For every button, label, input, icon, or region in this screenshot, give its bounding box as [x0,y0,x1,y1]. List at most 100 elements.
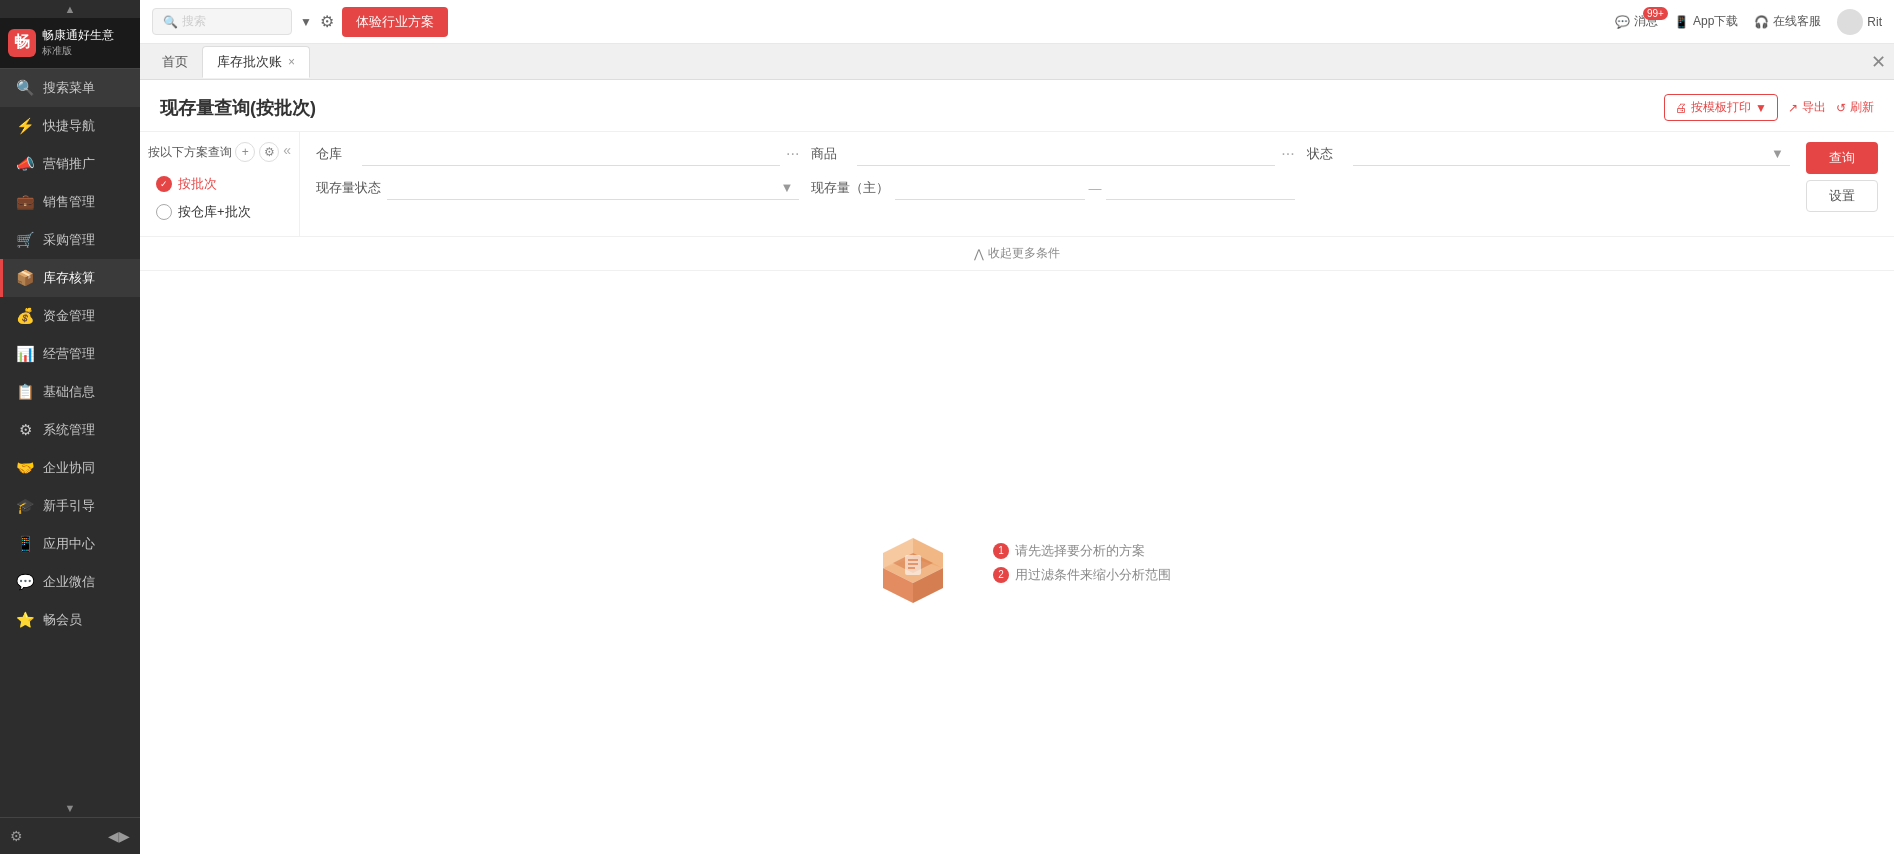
scheme-item-warehouse-batch[interactable]: 按仓库+批次 [148,198,291,226]
sidebar-item-app-center[interactable]: 📱 应用中心 [0,525,140,563]
online-service-btn[interactable]: 🎧 在线客服 [1754,13,1821,30]
sidebar-item-sales[interactable]: 💼 销售管理 [0,183,140,221]
scheme-item-batch[interactable]: ✓ 按批次 [148,170,291,198]
sidebar-item-label: 经营管理 [43,345,95,363]
scheme-panel-title: 按以下方案查询 [148,144,232,161]
sidebar-item-label: 基础信息 [43,383,95,401]
tabs-right: ✕ [1871,51,1886,73]
scheme-panel-header: 按以下方案查询 + ⚙ « [148,142,291,162]
tabs-bar: 首页 库存批次账 × ✕ [140,44,1894,80]
empty-step-1: 1 请先选择要分析的方案 [993,542,1171,560]
warehouse-input[interactable] [362,142,780,166]
sidebar-scroll-down[interactable]: ▼ [0,799,140,817]
search-icon: 🔍 [15,79,35,97]
empty-step-2: 2 用过滤条件来缩小分析范围 [993,566,1171,584]
product-input[interactable] [857,142,1275,166]
sidebar-footer: ⚙ ◀▶ [0,817,140,854]
scheme-panel: 按以下方案查询 + ⚙ « ✓ 按批次 [140,132,300,236]
settings-footer-btn[interactable]: ⚙ [10,828,23,844]
filter-action-col: 查询 设置 [1806,132,1894,236]
tab-home-label: 首页 [162,53,188,71]
refresh-btn[interactable]: ↺ 刷新 [1836,99,1874,116]
sidebar-item-operation[interactable]: 📊 经营管理 [0,335,140,373]
sidebar-search[interactable]: 🔍 搜索菜单 [0,69,140,107]
topbar-gear-icon[interactable]: ⚙ [320,12,334,31]
stock-status-field: 现存量状态 ▼ [316,176,799,200]
sidebar-item-basic-info[interactable]: 📋 基础信息 [0,373,140,411]
online-service-label: 在线客服 [1773,13,1821,30]
topbar-search-box[interactable]: 🔍 搜索 [152,8,292,35]
sidebar-item-collab[interactable]: 🤝 企业协同 [0,449,140,487]
app-logo: 畅 [8,29,36,57]
scheme-settings-btn[interactable]: ⚙ [259,142,279,162]
messages-btn[interactable]: 💬 消息 99+ [1615,13,1658,30]
user-avatar-btn[interactable]: Rit [1837,9,1882,35]
filter-row-2: 现存量状态 ▼ 现存量（主） — [316,176,1790,200]
chevron-down-icon: ▼ [1771,146,1784,161]
purchase-icon: 🛒 [15,231,35,249]
tab-close-btn[interactable]: × [288,55,295,69]
search-placeholder: 搜索 [182,13,206,30]
sidebar-item-label: 畅会员 [43,611,82,629]
stock-qty-min-input[interactable] [895,176,1084,200]
tab-home[interactable]: 首页 [148,47,202,77]
sales-icon: 💼 [15,193,35,211]
print-btn[interactable]: 🖨 按模板打印 ▼ [1664,94,1778,121]
stock-status-label: 现存量状态 [316,179,381,197]
page-header: 现存量查询(按批次) 🖨 按模板打印 ▼ ↗ 导出 ↺ 刷新 [140,80,1894,132]
tab-inventory-batch-label: 库存批次账 [217,53,282,71]
sidebar-item-label: 营销推广 [43,155,95,173]
basic-info-icon: 📋 [15,383,35,401]
add-scheme-btn[interactable]: + [235,142,255,162]
topbar-dropdown-icon[interactable]: ▼ [300,15,312,29]
empty-step1-label: 请先选择要分析的方案 [1015,542,1145,560]
collapse-conditions-btn[interactable]: ⋀ 收起更多条件 [140,237,1894,271]
step2-num: 2 [993,567,1009,583]
sidebar-item-inventory[interactable]: 📦 库存核算 [0,259,140,297]
sidebar-item-purchase[interactable]: 🛒 采购管理 [0,221,140,259]
sidebar-item-marketing[interactable]: 📣 营销推广 [0,145,140,183]
tab-inventory-batch[interactable]: 库存批次账 × [202,46,310,78]
sidebar-item-quick-nav[interactable]: ⚡ 快捷导航 [0,107,140,145]
warehouse-more-btn[interactable]: ··· [786,145,799,163]
sidebar-item-system[interactable]: ⚙ 系统管理 [0,411,140,449]
chevron-down-icon-2: ▼ [780,180,793,195]
filter-row-1: 仓库 ··· 商品 ··· 状态 [316,142,1790,166]
chevron-up-icon: ⋀ [974,247,984,261]
scheme-panel-actions: + ⚙ « [235,142,291,162]
collapse-label: 收起更多条件 [988,245,1060,262]
stock-status-dropdown[interactable]: ▼ [387,176,799,200]
filter-area: 按以下方案查询 + ⚙ « ✓ 按批次 [140,132,1894,237]
app-download-label: App下载 [1693,13,1738,30]
filter-settings-btn[interactable]: 设置 [1806,180,1878,212]
sidebar-item-wechat[interactable]: 💬 企业微信 [0,563,140,601]
stock-qty-max-input[interactable] [1106,176,1295,200]
sidebar-item-label: 系统管理 [43,421,95,439]
messages-badge: 99+ [1643,7,1668,20]
search-icon: 🔍 [163,15,178,29]
sidebar-item-label: 快捷导航 [43,117,95,135]
app-download-btn[interactable]: 📱 App下载 [1674,13,1738,30]
close-all-tabs-btn[interactable]: ✕ [1871,51,1886,73]
sidebar-item-finance[interactable]: 💰 资金管理 [0,297,140,335]
sidebar: ▲ 畅 畅康通好生意 标准版 🔍 搜索菜单 ⚡ 快捷导航 📣 营销推广 💼 销售… [0,0,140,854]
sidebar-nav: 🔍 搜索菜单 ⚡ 快捷导航 📣 营销推广 💼 销售管理 🛒 采购管理 📦 库存核… [0,69,140,799]
query-btn[interactable]: 查询 [1806,142,1878,174]
printer-icon: 🖨 [1675,101,1687,115]
product-more-btn[interactable]: ··· [1281,145,1294,163]
sidebar-item-label: 应用中心 [43,535,95,553]
collapse-sidebar-btn[interactable]: ◀▶ [108,828,130,844]
warehouse-field: 仓库 ··· [316,142,799,166]
avatar [1837,9,1863,35]
sidebar-item-label: 企业微信 [43,573,95,591]
topbar-right: 💬 消息 99+ 📱 App下载 🎧 在线客服 Rit [1615,9,1882,35]
collapse-scheme-btn[interactable]: « [283,142,291,162]
sidebar-item-guide[interactable]: 🎓 新手引导 [0,487,140,525]
trial-btn[interactable]: 体验行业方案 [342,7,448,37]
system-icon: ⚙ [15,421,35,439]
export-btn[interactable]: ↗ 导出 [1788,99,1826,116]
scheme-batch-label: 按批次 [178,175,217,193]
sidebar-scroll-up[interactable]: ▲ [0,0,140,18]
sidebar-item-member[interactable]: ⭐ 畅会员 [0,601,140,639]
status-dropdown[interactable]: ▼ [1353,142,1790,166]
